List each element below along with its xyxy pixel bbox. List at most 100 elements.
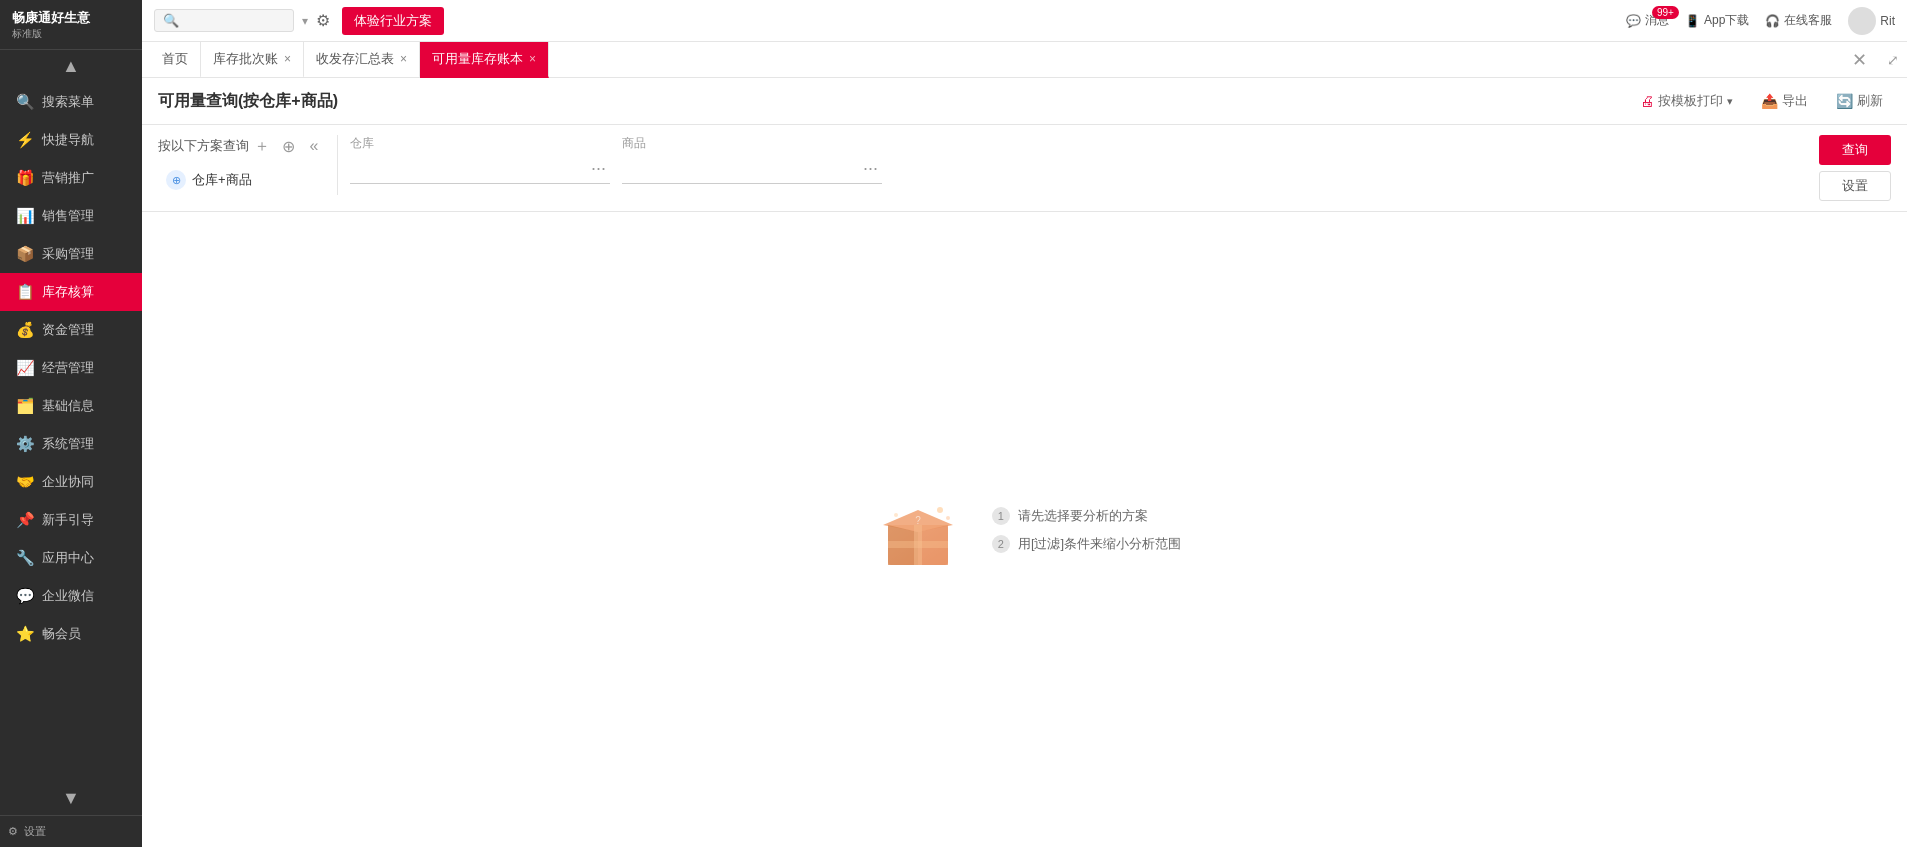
- scheme-item-warehouse-goods[interactable]: ⊕ 仓库+商品: [158, 165, 325, 195]
- username-label: Rit: [1880, 14, 1895, 28]
- trial-button[interactable]: 体验行业方案: [342, 7, 444, 35]
- sidebar: 畅康通好生意 标准版 ▲ 🔍 搜索菜单 ⚡ 快捷导航 🎁 营销推广 📊 销售管理…: [0, 0, 142, 847]
- tip-num-2: 2: [992, 535, 1010, 553]
- sidebar-label-inventory: 库存核算: [42, 283, 94, 301]
- app-icon: 📱: [1685, 14, 1700, 28]
- sidebar-label-operations: 经营管理: [42, 359, 94, 377]
- empty-tip-1: 1 请先选择要分析的方案: [992, 507, 1181, 525]
- tab-label-receipt-summary: 收发存汇总表: [316, 50, 394, 68]
- purchase-mgmt-icon: 📦: [16, 245, 34, 263]
- sidebar-item-inventory[interactable]: 📋 库存核算: [0, 273, 142, 311]
- add-scheme-button[interactable]: ＋: [251, 135, 273, 157]
- sidebar-item-enterprise-wechat[interactable]: 💬 企业微信: [0, 577, 142, 615]
- tab-close-batch-ledger[interactable]: ×: [284, 52, 291, 66]
- sidebar-item-finance[interactable]: 💰 资金管理: [0, 311, 142, 349]
- export-label: 导出: [1782, 92, 1808, 110]
- sidebar-scroll-down[interactable]: ▼: [0, 782, 142, 815]
- sidebar-item-sales-mgmt[interactable]: 📊 销售管理: [0, 197, 142, 235]
- tab-bar: 首页库存批次账× 收发存汇总表 × 可用量库存账本 × ✕ ⤢: [142, 42, 1907, 78]
- topbar-search-box[interactable]: 🔍: [154, 9, 294, 32]
- sidebar-nav: 🔍 搜索菜单 ⚡ 快捷导航 🎁 营销推广 📊 销售管理 📦 采购管理 📋 库存核…: [0, 83, 142, 782]
- page-header: 可用量查询(按仓库+商品) 🖨 按模板打印 ▾ 📤 导出 🔄 刷新: [142, 78, 1907, 125]
- app-download-label: App下载: [1704, 12, 1749, 29]
- tab-available-ledger[interactable]: 可用量库存账本 ×: [420, 42, 549, 78]
- empty-box-icon: ?: [868, 480, 968, 580]
- goods-input[interactable]: [622, 161, 855, 176]
- query-button[interactable]: 查询: [1819, 135, 1891, 165]
- sidebar-item-members[interactable]: ⭐ 畅会员: [0, 615, 142, 653]
- enterprise-coop-icon: 🤝: [16, 473, 34, 491]
- topbar: 🔍 ▾ ⚙ 体验行业方案 💬 消息 99+ 📱 App下载 🎧 在线客服 Rit: [142, 0, 1907, 42]
- settings-scheme-button[interactable]: ⊕: [277, 135, 299, 157]
- collapse-scheme-button[interactable]: «: [303, 135, 325, 157]
- tab-home[interactable]: 首页: [150, 42, 201, 78]
- sidebar-item-operations[interactable]: 📈 经营管理: [0, 349, 142, 387]
- warehouse-field-input-wrapper: ···: [350, 154, 610, 184]
- svg-point-4: [937, 507, 943, 513]
- sidebar-item-shortcut[interactable]: ⚡ 快捷导航: [0, 121, 142, 159]
- tabs-expand-button[interactable]: ⤢: [1879, 42, 1907, 78]
- filter-schemes-actions: ＋ ⊕ «: [251, 135, 325, 157]
- empty-tips: 1 请先选择要分析的方案 2 用[过滤]条件来缩小分析范围: [992, 507, 1181, 553]
- marketing-promo-icon: 🎁: [16, 169, 34, 187]
- empty-state: ? 1 请先选择要分析的方案 2 用[过滤]条件来缩小分析范围: [142, 212, 1907, 847]
- sidebar-label-app-center: 应用中心: [42, 549, 94, 567]
- brand-name: 畅康通好生意: [12, 10, 130, 27]
- sidebar-label-members: 畅会员: [42, 625, 81, 643]
- system-mgmt-icon: ⚙️: [16, 435, 34, 453]
- tip-text-2: 用[过滤]条件来缩小分析范围: [1018, 535, 1181, 553]
- sidebar-label-basic-info: 基础信息: [42, 397, 94, 415]
- sidebar-scroll-up[interactable]: ▲: [0, 50, 142, 83]
- tab-close-available-ledger[interactable]: ×: [529, 52, 536, 66]
- tab-batch-ledger[interactable]: 库存批次账×: [201, 42, 304, 78]
- message-button[interactable]: 💬 消息 99+: [1626, 12, 1669, 29]
- sidebar-item-enterprise-coop[interactable]: 🤝 企业协同: [0, 463, 142, 501]
- scheme-icon-warehouse: ⊕: [166, 170, 186, 190]
- svg-text:?: ?: [915, 515, 921, 526]
- sidebar-label-finance: 资金管理: [42, 321, 94, 339]
- empty-state-content: ? 1 请先选择要分析的方案 2 用[过滤]条件来缩小分析范围: [868, 480, 1181, 580]
- sidebar-item-new-guide[interactable]: 📌 新手引导: [0, 501, 142, 539]
- warehouse-input[interactable]: [350, 161, 583, 176]
- goods-more-icon[interactable]: ···: [859, 158, 882, 179]
- online-service-button[interactable]: 🎧 在线客服: [1765, 12, 1832, 29]
- refresh-button[interactable]: 🔄 刷新: [1828, 88, 1891, 114]
- search-input[interactable]: [183, 14, 283, 28]
- sidebar-item-search[interactable]: 🔍 搜索菜单: [0, 83, 142, 121]
- app-download-button[interactable]: 📱 App下载: [1685, 12, 1749, 29]
- sidebar-label-enterprise-coop: 企业协同: [42, 473, 94, 491]
- sidebar-label-system-mgmt: 系统管理: [42, 435, 94, 453]
- warehouse-more-icon[interactable]: ···: [587, 158, 610, 179]
- sidebar-item-basic-info[interactable]: 🗂️ 基础信息: [0, 387, 142, 425]
- content-area: 可用量查询(按仓库+商品) 🖨 按模板打印 ▾ 📤 导出 🔄 刷新: [142, 78, 1907, 847]
- message-badge: 99+: [1652, 6, 1679, 19]
- export-button[interactable]: 📤 导出: [1753, 88, 1816, 114]
- user-avatar[interactable]: Rit: [1848, 7, 1895, 35]
- search-icon: 🔍: [163, 13, 179, 28]
- settings-button[interactable]: 设置: [1819, 171, 1891, 201]
- avatar-image: [1848, 7, 1876, 35]
- topbar-gear-icon[interactable]: ⚙: [316, 11, 330, 30]
- tab-label-available-ledger: 可用量库存账本: [432, 50, 523, 68]
- inventory-icon: 📋: [16, 283, 34, 301]
- tab-receipt-summary[interactable]: 收发存汇总表 ×: [304, 42, 420, 78]
- filter-buttons: 查询 设置: [1803, 135, 1891, 201]
- refresh-label: 刷新: [1857, 92, 1883, 110]
- print-button[interactable]: 🖨 按模板打印 ▾: [1632, 88, 1741, 114]
- sidebar-item-system-mgmt[interactable]: ⚙️ 系统管理: [0, 425, 142, 463]
- sidebar-settings[interactable]: ⚙ 设置: [0, 815, 142, 847]
- enterprise-wechat-icon: 💬: [16, 587, 34, 605]
- sidebar-item-app-center[interactable]: 🔧 应用中心: [0, 539, 142, 577]
- export-icon: 📤: [1761, 93, 1778, 109]
- goods-field-label: 商品: [622, 135, 882, 152]
- sidebar-item-purchase-mgmt[interactable]: 📦 采购管理: [0, 235, 142, 273]
- operations-icon: 📈: [16, 359, 34, 377]
- new-guide-icon: 📌: [16, 511, 34, 529]
- sidebar-item-marketing-promo[interactable]: 🎁 营销推广: [0, 159, 142, 197]
- search-icon: 🔍: [16, 93, 34, 111]
- members-icon: ⭐: [16, 625, 34, 643]
- tab-close-receipt-summary[interactable]: ×: [400, 52, 407, 66]
- svg-point-5: [894, 513, 898, 517]
- tabs-close-button[interactable]: ✕: [1840, 42, 1879, 78]
- search-chevron-icon[interactable]: ▾: [302, 14, 308, 28]
